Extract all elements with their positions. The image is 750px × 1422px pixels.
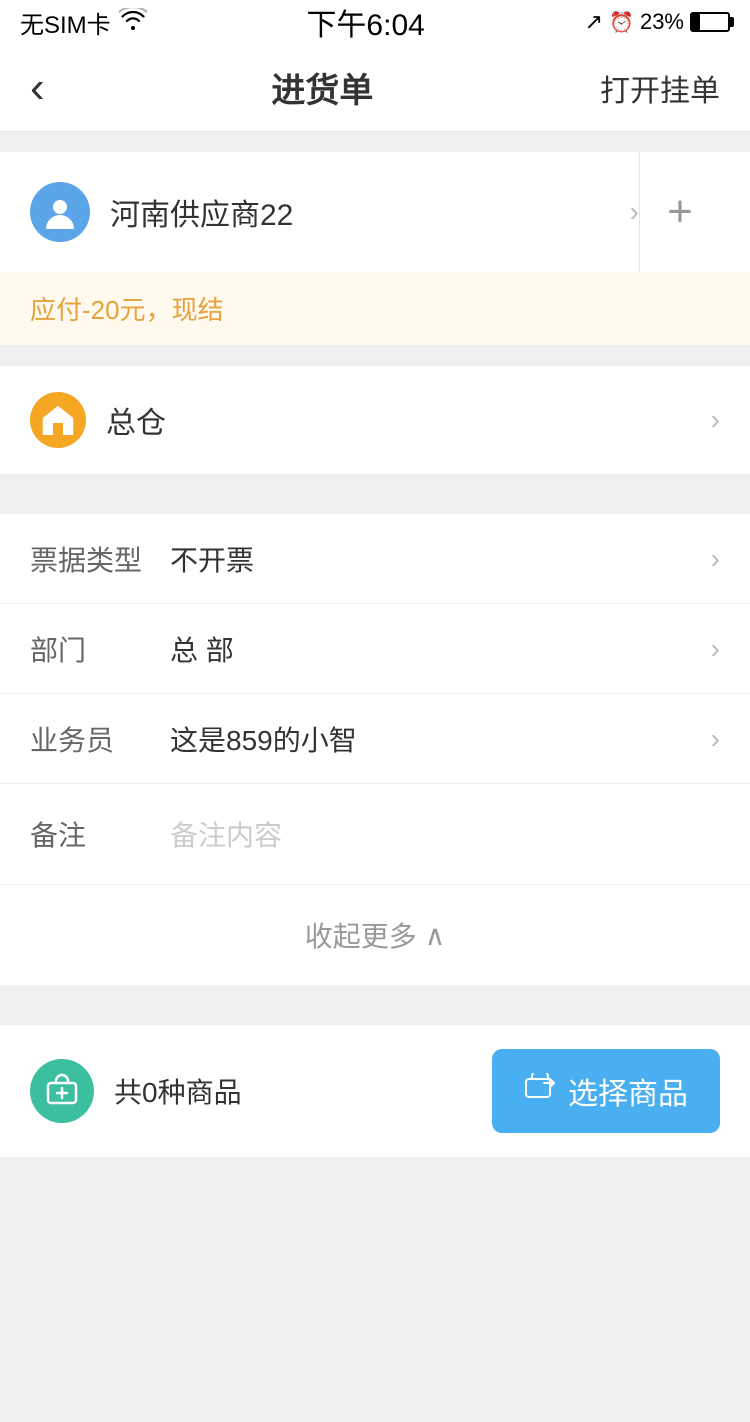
- warehouse-name: 总仓: [106, 398, 701, 442]
- carrier-label: 无SIM卡: [20, 5, 111, 40]
- form-section: 票据类型 不开票 › 部门 总 部 › 业务员 这是859的小智 › 备注 备注…: [0, 514, 750, 884]
- department-row[interactable]: 部门 总 部 ›: [0, 604, 750, 694]
- collapse-label: 收起更多: [305, 915, 417, 955]
- main-content: 河南供应商22 › + 应付-20元，现结 总仓 › 票据类型 不开票 ›: [0, 132, 750, 1422]
- alert-banner: 应付-20元，现结: [0, 272, 750, 345]
- select-product-icon: [524, 1073, 556, 1109]
- invoice-type-value: 不开票: [170, 539, 701, 579]
- open-pending-button[interactable]: 打开挂单: [600, 66, 720, 110]
- nav-bar: ‹ 进货单 打开挂单: [0, 44, 750, 132]
- supplier-name: 河南供应商22: [110, 190, 620, 234]
- add-supplier-button[interactable]: +: [640, 187, 720, 237]
- status-right: ↗ ⏰ 23%: [585, 9, 730, 35]
- remark-input[interactable]: 备注内容: [170, 814, 720, 854]
- section-gap-4: [0, 985, 750, 1005]
- product-icon: [30, 1059, 94, 1123]
- department-value: 总 部: [170, 629, 701, 669]
- back-button[interactable]: ‹: [30, 63, 45, 113]
- status-bar: 无SIM卡 下午6:04 ↗ ⏰ 23%: [0, 0, 750, 44]
- salesperson-label: 业务员: [30, 719, 150, 759]
- collapse-icon: ∧: [425, 919, 446, 952]
- salesperson-chevron-icon: ›: [711, 723, 720, 755]
- section-gap-1: [0, 132, 750, 152]
- warehouse-section[interactable]: 总仓 ›: [0, 365, 750, 474]
- remark-label: 备注: [30, 814, 150, 854]
- remark-row[interactable]: 备注 备注内容: [0, 784, 750, 884]
- warehouse-icon: [30, 392, 86, 448]
- salesperson-value: 这是859的小智: [170, 719, 701, 759]
- page-title: 进货单: [271, 63, 373, 112]
- salesperson-row[interactable]: 业务员 这是859的小智 ›: [0, 694, 750, 784]
- warehouse-chevron-icon: ›: [711, 404, 720, 436]
- invoice-type-row[interactable]: 票据类型 不开票 ›: [0, 514, 750, 604]
- location-icon: ↗: [585, 9, 603, 35]
- collapse-section: 收起更多 ∧: [0, 884, 750, 985]
- invoice-type-label: 票据类型: [30, 539, 150, 579]
- status-time: 下午6:04: [147, 0, 585, 44]
- product-count: 共0种商品: [114, 1071, 472, 1111]
- department-label: 部门: [30, 629, 150, 669]
- department-chevron-icon: ›: [711, 633, 720, 665]
- supplier-row[interactable]: 河南供应商22 ›: [30, 152, 640, 272]
- bottom-section: 共0种商品 选择商品: [0, 1025, 750, 1157]
- supplier-chevron-icon: ›: [630, 196, 639, 228]
- section-gap-2: [0, 345, 750, 365]
- alert-text: 应付-20元，现结: [30, 295, 224, 325]
- alarm-icon: ⏰: [609, 10, 634, 35]
- select-product-button[interactable]: 选择商品: [492, 1049, 720, 1133]
- wifi-icon: [119, 8, 147, 36]
- select-product-label: 选择商品: [568, 1069, 688, 1113]
- supplier-avatar: [30, 182, 90, 242]
- battery-icon: [690, 12, 730, 32]
- invoice-chevron-icon: ›: [711, 543, 720, 575]
- supplier-section: 河南供应商22 › +: [0, 152, 750, 272]
- section-gap-3: [0, 474, 750, 494]
- collapse-button[interactable]: 收起更多 ∧: [305, 915, 446, 955]
- status-left: 无SIM卡: [20, 5, 147, 40]
- battery-percent: 23%: [640, 9, 684, 35]
